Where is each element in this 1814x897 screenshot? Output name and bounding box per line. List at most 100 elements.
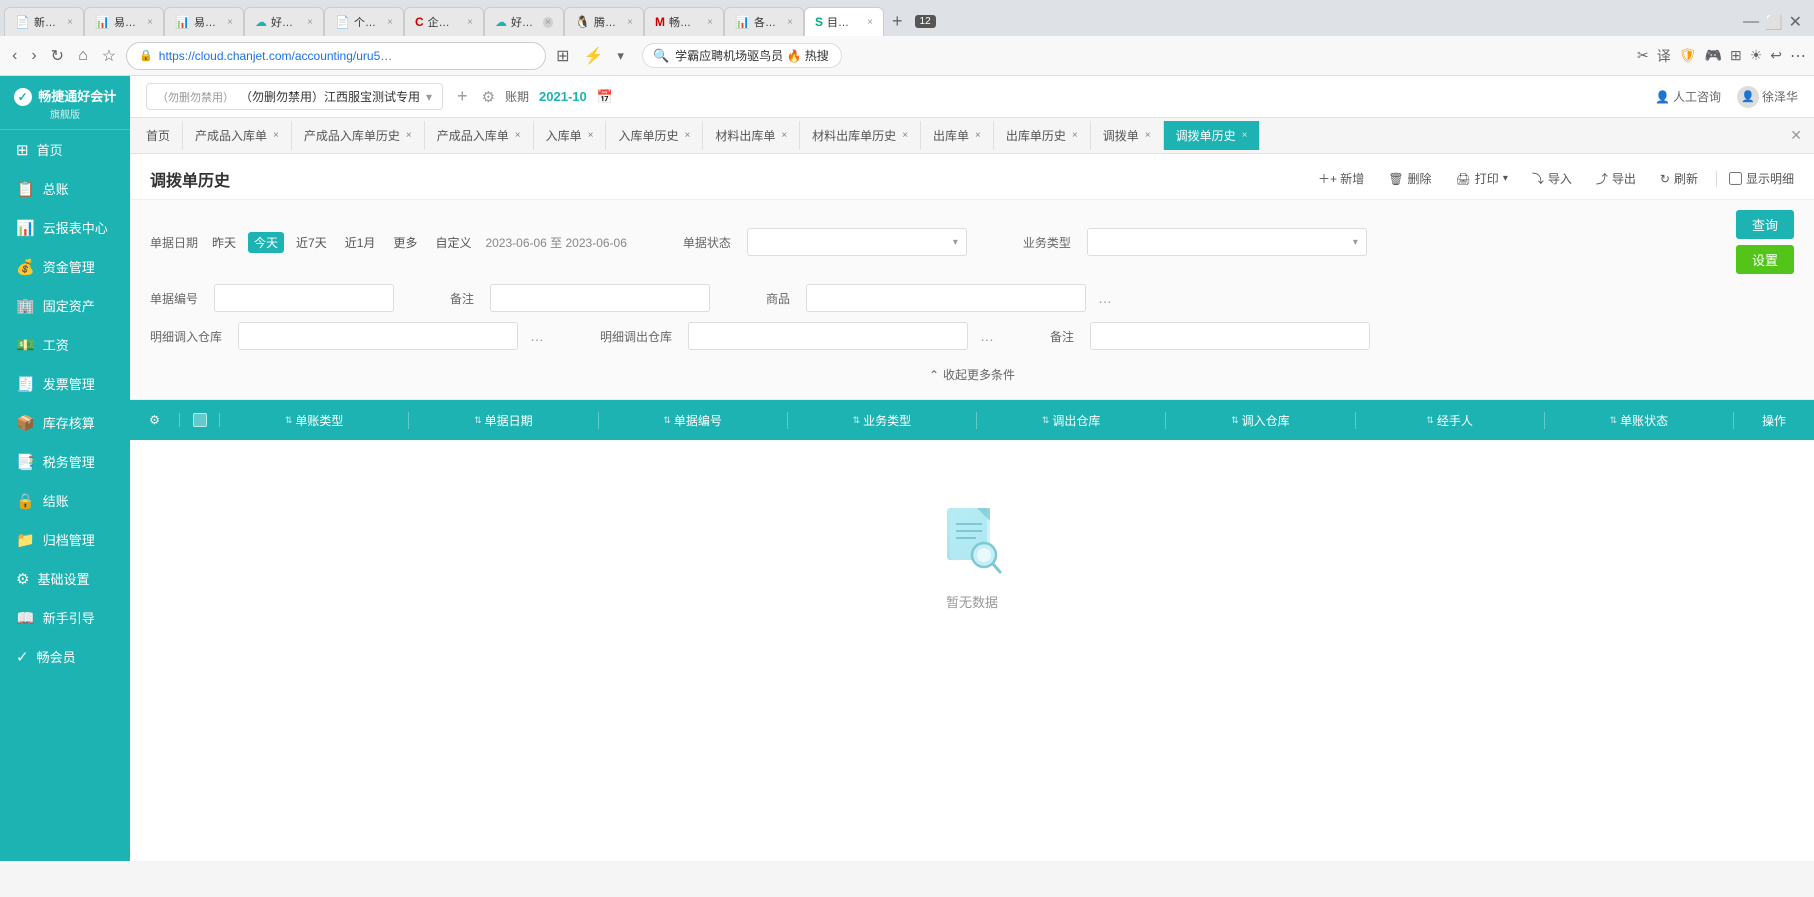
grid-icon[interactable]: ⊞ — [1730, 47, 1742, 64]
detail-in-input[interactable] — [238, 322, 518, 350]
th-date[interactable]: ⇅ 单据日期 — [409, 412, 598, 429]
cut-icon[interactable]: ✂ — [1637, 47, 1649, 64]
th-in-warehouse[interactable]: ⇅ 调入仓库 — [1166, 412, 1355, 429]
date-btn-custom[interactable]: 自定义 — [429, 232, 477, 253]
lightning-btn[interactable]: ⚡ — [579, 42, 607, 70]
sidebar-item-ledger[interactable]: 📋 总账 — [0, 169, 130, 208]
page-tab-product-in[interactable]: 产成品入库单 × — [183, 121, 292, 150]
display-checkbox[interactable] — [1729, 172, 1742, 185]
forward-button[interactable]: › — [27, 43, 40, 69]
bookmark-button[interactable]: ☆ — [98, 42, 120, 70]
date-btn-7days[interactable]: 近7天 — [290, 232, 333, 253]
sidebar-item-settings[interactable]: ⚙ 基础设置 — [0, 559, 130, 598]
th-settings[interactable]: ⚙ — [130, 413, 180, 427]
dropdown-btn[interactable]: ▾ — [613, 44, 628, 68]
voucherno-input[interactable] — [214, 284, 394, 312]
status-select[interactable]: ▾ — [747, 228, 967, 256]
sidebar-item-capital[interactable]: 💰 资金管理 — [0, 247, 130, 286]
date-btn-more[interactable]: 更多 — [387, 232, 423, 253]
page-tab-transfer[interactable]: 调拨单 × — [1091, 121, 1164, 150]
window-control-maximize[interactable]: ⬜ — [1765, 14, 1782, 31]
company-selector[interactable]: （勿删勿禁用） （勿删勿禁用）江西服宝测试专用 ▾ — [146, 83, 443, 110]
page-tab-in[interactable]: 入库单 × — [534, 121, 607, 150]
sidebar-item-closing[interactable]: 🔒 结账 — [0, 481, 130, 520]
sidebar-item-home[interactable]: ⊞ 首页 — [0, 130, 130, 169]
export-btn[interactable]: ⤴ 导出 — [1590, 166, 1642, 191]
detail-out-input[interactable] — [688, 322, 968, 350]
settings-btn[interactable]: 设置 — [1736, 245, 1794, 274]
biztype-select[interactable]: ▾ — [1087, 228, 1367, 256]
search-bar[interactable]: 🔍 学霸应聘机场驱鸟员 🔥 热搜 — [642, 43, 842, 68]
date-btn-1month[interactable]: 近1月 — [339, 232, 382, 253]
address-bar[interactable]: 🔒 https://cloud.chanjet.com/accounting/u… — [126, 42, 546, 70]
browser-tab-active[interactable]: S 目… × — [804, 7, 884, 36]
calendar-icon[interactable]: 📅 — [597, 89, 613, 105]
th-doc-no[interactable]: ⇅ 单据编号 — [599, 412, 788, 429]
new-btn[interactable]: ＋ + 新增 — [1312, 166, 1370, 191]
page-tab-product-in2[interactable]: 产成品入库单 × — [425, 121, 534, 150]
page-tab-material-out-history[interactable]: 材料出库单历史 × — [800, 121, 921, 150]
undo-icon[interactable]: ↩ — [1770, 47, 1782, 64]
page-tab-out[interactable]: 出库单 × — [921, 121, 994, 150]
browser-tab[interactable]: 📊 各… × — [724, 7, 804, 36]
th-status[interactable]: ⇅ 单账状态 — [1545, 412, 1734, 429]
collapse-btn[interactable]: ⌃ 收起更多条件 — [150, 360, 1794, 389]
note-input[interactable] — [490, 284, 710, 312]
sidebar-item-tax[interactable]: 📑 税务管理 — [0, 442, 130, 481]
query-btn[interactable]: 查询 — [1736, 210, 1794, 239]
th-out-warehouse[interactable]: ⇅ 调出仓库 — [977, 412, 1166, 429]
date-btn-today[interactable]: 今天 — [248, 232, 284, 253]
sidebar-item-inventory[interactable]: 📦 库存核算 — [0, 403, 130, 442]
browser-tab[interactable]: 📄 个… × — [324, 7, 404, 36]
page-tab-transfer-history[interactable]: 调拨单历史 × — [1164, 121, 1261, 150]
service-btn[interactable]: 👤 人工咨询 — [1655, 88, 1721, 105]
page-tab-in-history[interactable]: 入库单历史 × — [606, 121, 703, 150]
sidebar-item-invoice[interactable]: 🧾 发票管理 — [0, 364, 130, 403]
browser-tab[interactable]: 🐧 腾… × — [564, 7, 644, 36]
browser-tab[interactable]: ☁ 好… × — [244, 7, 324, 36]
new-tab-btn[interactable]: + — [888, 11, 907, 32]
settings-btn[interactable]: ⚙ — [482, 88, 495, 106]
browser-tab[interactable]: M 畅… × — [644, 7, 724, 36]
detail-in-ellipsis-btn[interactable]: … — [530, 328, 544, 344]
game-icon[interactable]: 🎮 — [1705, 47, 1722, 64]
reload-button[interactable]: ↻ — [47, 42, 68, 70]
th-biz-type[interactable]: ⇅ 业务类型 — [788, 412, 977, 429]
select-all-checkbox[interactable] — [193, 413, 207, 427]
th-handler[interactable]: ⇅ 经手人 — [1356, 412, 1545, 429]
browser-tab[interactable]: 📄 新… × — [4, 7, 84, 36]
page-tab-material-out[interactable]: 材料出库单 × — [703, 121, 800, 150]
sidebar-item-assets[interactable]: 🏢 固定资产 — [0, 286, 130, 325]
sidebar-item-guide[interactable]: 📖 新手引导 — [0, 598, 130, 637]
sidebar-item-salary[interactable]: 💵 工资 — [0, 325, 130, 364]
goods-ellipsis-btn[interactable]: … — [1098, 290, 1112, 306]
menu-icon[interactable]: ⋯ — [1790, 46, 1806, 66]
back-button[interactable]: ‹ — [8, 43, 21, 69]
display-toggle[interactable]: 显示明细 — [1729, 170, 1794, 187]
refresh-btn[interactable]: ↻ 刷新 — [1654, 166, 1704, 191]
remark-input[interactable] — [1090, 322, 1370, 350]
page-tab-out-history[interactable]: 出库单历史 × — [994, 121, 1091, 150]
shield-icon[interactable]: 🛡 — [1679, 47, 1697, 64]
sidebar-item-reports[interactable]: 📊 云报表中心 — [0, 208, 130, 247]
close-all-btn[interactable]: ✕ — [1782, 123, 1810, 148]
date-btn-yesterday[interactable]: 昨天 — [206, 232, 242, 253]
window-control-close[interactable]: ✕ — [1789, 12, 1802, 32]
detail-out-ellipsis-btn[interactable]: … — [980, 328, 994, 344]
translate-icon[interactable]: 译 — [1657, 46, 1671, 66]
sun-icon[interactable]: ☀ — [1750, 47, 1763, 64]
window-control-minimize[interactable]: — — [1743, 13, 1759, 31]
sidebar-item-member[interactable]: ✓ 畅会员 — [0, 637, 130, 676]
browser-tab[interactable]: C 企… × — [404, 7, 484, 36]
import-btn[interactable]: ⤵ 导入 — [1526, 166, 1578, 191]
sidebar-item-archive[interactable]: 📁 归档管理 — [0, 520, 130, 559]
home-button[interactable]: ⌂ — [74, 43, 92, 69]
browser-tab[interactable]: 📊 易… × — [164, 7, 244, 36]
th-select-all[interactable] — [180, 413, 220, 427]
user-avatar[interactable]: 👤 徐泽华 — [1737, 86, 1798, 108]
browser-tab[interactable]: ☁ 好… × — [484, 7, 564, 36]
page-tab-home[interactable]: 首页 — [134, 121, 183, 150]
print-btn[interactable]: 🖨 打印 ▾ — [1450, 166, 1514, 191]
goods-input[interactable] — [806, 284, 1086, 312]
browser-tab[interactable]: 📊 易… × — [84, 7, 164, 36]
